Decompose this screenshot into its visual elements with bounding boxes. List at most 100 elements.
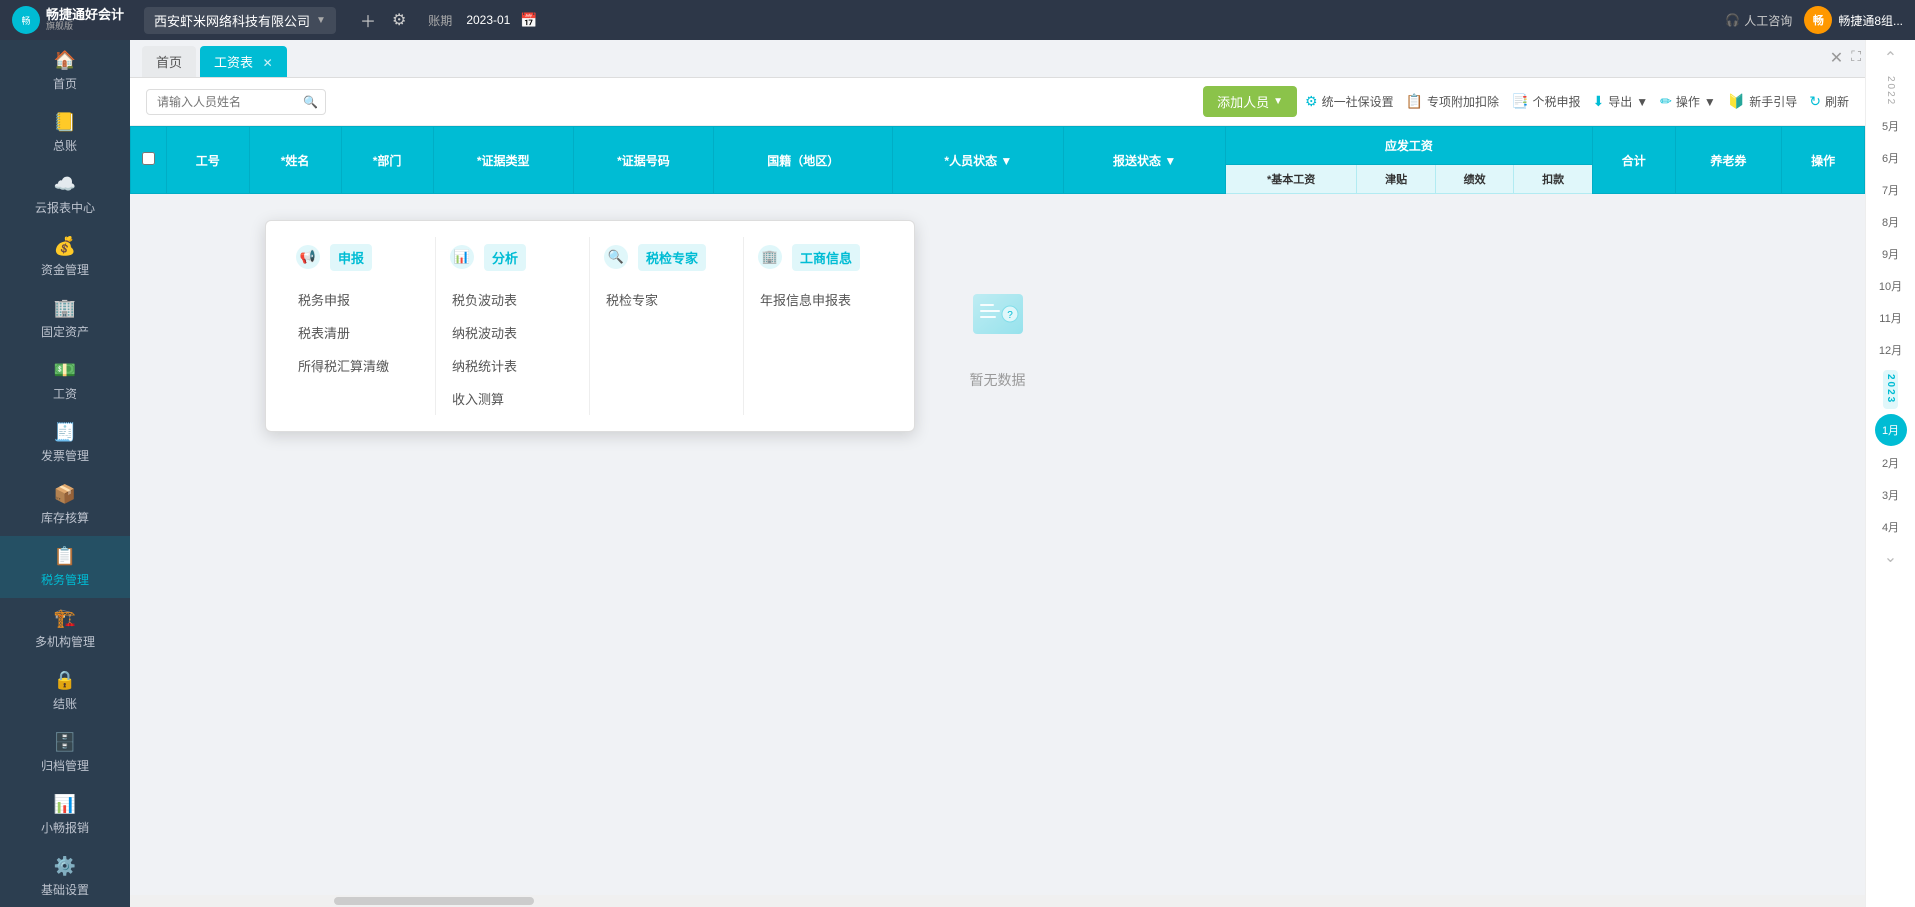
tab-close-icon[interactable]: ✕ — [263, 56, 273, 70]
logo-icon: 畅 — [12, 6, 40, 34]
svg-text:📢: 📢 — [300, 249, 316, 265]
content-close-icon[interactable]: ✕ — [1830, 48, 1843, 68]
sidebar-item-ledger[interactable]: 📒 总账 — [0, 102, 130, 164]
add-company-btn[interactable]: ＋ — [356, 6, 380, 34]
operation-btn[interactable]: ✏ 操作 ▼ — [1660, 93, 1716, 110]
period-value: 2023-01 — [466, 13, 510, 27]
user-avatar-area[interactable]: 畅 畅捷通8组... — [1804, 6, 1903, 34]
svg-text:畅: 畅 — [21, 15, 30, 26]
analysis-icon: 📊 — [448, 243, 476, 271]
month-9[interactable]: 9月 — [1873, 239, 1909, 269]
month-12[interactable]: 12月 — [1873, 335, 1909, 365]
select-all-checkbox[interactable] — [142, 152, 155, 165]
refresh-label: 刷新 — [1825, 93, 1849, 110]
company-selector[interactable]: 西安虾米网络科技有限公司 ▼ — [144, 7, 336, 34]
sidebar-item-close[interactable]: 🔒 结账 — [0, 660, 130, 722]
sidebar-item-salary[interactable]: 💵 工资 — [0, 350, 130, 412]
tax-fluctuation-item[interactable]: 纳税波动表 — [448, 316, 577, 349]
month-1-2023[interactable]: 1月 — [1875, 414, 1907, 446]
th-action: 操作 — [1782, 127, 1865, 194]
svg-text:🔍: 🔍 — [608, 248, 624, 264]
logo-text-area: 畅捷通好会计 旗舰版 — [46, 8, 124, 32]
th-status: *人员状态 ▼ — [893, 127, 1064, 194]
analysis-title: 分析 — [484, 244, 526, 271]
sidebar-item-archive[interactable]: 🗄️ 归档管理 — [0, 722, 130, 784]
tax-stats-item[interactable]: 纳税统计表 — [448, 349, 577, 382]
invoice-icon: 🧾 — [54, 422, 76, 443]
th-payroll-group: 应发工资 — [1225, 127, 1592, 165]
sidebar-item-assets[interactable]: 🏢 固定资产 — [0, 288, 130, 350]
sidebar-item-home[interactable]: 🏠 首页 — [0, 40, 130, 102]
month-11[interactable]: 11月 — [1873, 303, 1909, 333]
sidebar-label-close: 结账 — [53, 695, 77, 712]
tab-home[interactable]: 首页 — [142, 46, 196, 77]
month-2-2023[interactable]: 2月 — [1873, 448, 1909, 478]
tax-declaration-item[interactable]: 税务申报 — [294, 283, 423, 316]
add-employee-label: 添加人员 — [1217, 92, 1269, 111]
sidebar-label-fund: 资金管理 — [41, 261, 89, 278]
svg-text:?: ? — [1007, 310, 1013, 321]
month-8[interactable]: 8月 — [1873, 207, 1909, 237]
month-6[interactable]: 6月 — [1873, 143, 1909, 173]
sidebar-item-inventory[interactable]: 📦 库存核算 — [0, 474, 130, 536]
tax-icon: 📋 — [54, 546, 76, 567]
calendar-icon[interactable]: 📅 — [520, 12, 537, 29]
search-icon: 🔍 — [303, 95, 318, 109]
content-expand-icon[interactable]: ⛶ — [1851, 48, 1861, 68]
annual-report-item[interactable]: 年报信息申报表 — [756, 283, 886, 316]
sidebar-item-tax[interactable]: 📋 税务管理 — [0, 536, 130, 598]
income-calc-item[interactable]: 收入测算 — [448, 382, 577, 415]
bottom-scrollbar[interactable] — [130, 895, 1865, 907]
scroll-thumb[interactable] — [334, 897, 534, 905]
sidebar-item-settings[interactable]: ⚙️ 基础设置 — [0, 846, 130, 907]
th-report-status: 报送状态 ▼ — [1064, 127, 1226, 194]
tax-burden-item[interactable]: 税负波动表 — [448, 283, 577, 316]
main-layout: 🏠 首页 📒 总账 ☁️ 云报表中心 💰 资金管理 🏢 固定资产 💵 工资 🧾 … — [0, 40, 1915, 907]
panel-up-arrow[interactable]: ⌃ — [1880, 44, 1901, 72]
salary-icon: 💵 — [54, 360, 76, 381]
th-checkbox[interactable] — [131, 127, 167, 194]
social-insurance-btn[interactable]: ⚙ 统一社保设置 — [1305, 93, 1394, 110]
settings-icon[interactable]: ⚙ — [388, 8, 410, 32]
sidebar-item-fund[interactable]: 💰 资金管理 — [0, 226, 130, 288]
search-input[interactable] — [157, 95, 297, 109]
sidebar-label-salary: 工资 — [53, 385, 77, 402]
personal-tax-label: 个税申报 — [1533, 93, 1581, 110]
income-tax-item[interactable]: 所得税汇算清缴 — [294, 349, 423, 382]
sidebar-label-ledger: 总账 — [53, 137, 77, 154]
new-guide-btn[interactable]: 🔰 新手引导 — [1728, 93, 1797, 110]
sidebar-item-multiorg[interactable]: 🏗️ 多机构管理 — [0, 598, 130, 660]
tab-salary[interactable]: 工资表 ✕ — [200, 46, 287, 77]
personal-tax-btn[interactable]: 📑 个税申报 — [1511, 93, 1580, 110]
month-7[interactable]: 7月 — [1873, 175, 1909, 205]
tax-expert-header: 🔍 税检专家 — [602, 237, 731, 283]
new-guide-label: 新手引导 — [1749, 93, 1797, 110]
refresh-btn[interactable]: ↻ 刷新 — [1809, 93, 1849, 110]
tax-expert-item[interactable]: 税检专家 — [602, 283, 731, 316]
ledger-icon: 📒 — [54, 112, 76, 133]
sidebar-item-xiaochang[interactable]: 📊 小畅报销 — [0, 784, 130, 846]
tax-expert-icon: 🔍 — [602, 243, 630, 271]
export-label: 导出 — [1608, 93, 1632, 110]
tax-expert-title: 税检专家 — [638, 244, 706, 271]
special-deduction-btn[interactable]: 📋 专项附加扣除 — [1406, 93, 1499, 110]
tax-form-item[interactable]: 税表清册 — [294, 316, 423, 349]
month-3-2023[interactable]: 3月 — [1873, 480, 1909, 510]
service-btn[interactable]: 🎧 人工咨询 — [1725, 12, 1792, 29]
add-employee-btn[interactable]: 添加人员 ▼ — [1203, 86, 1297, 117]
tab-bar: 首页 工资表 ✕ — [130, 40, 1865, 78]
sidebar-label-multiorg: 多机构管理 — [35, 633, 95, 650]
sidebar-label-assets: 固定资产 — [41, 323, 89, 340]
business-info-title: 工商信息 — [792, 244, 860, 271]
panel-down-arrow[interactable]: ⌄ — [1880, 543, 1901, 571]
month-10[interactable]: 10月 — [1873, 271, 1909, 301]
period-label: 账期 — [428, 12, 452, 29]
month-4-2023[interactable]: 4月 — [1873, 512, 1909, 542]
month-5[interactable]: 5月 — [1873, 111, 1909, 141]
sidebar-label-archive: 归档管理 — [41, 757, 89, 774]
export-btn[interactable]: ⬇ 导出 ▼ — [1593, 93, 1649, 110]
sidebar-item-invoice[interactable]: 🧾 发票管理 — [0, 412, 130, 474]
toolbar-actions: ⚙ 统一社保设置 📋 专项附加扣除 📑 个税申报 ⬇ 导出 ▼ ✏ — [1305, 93, 1849, 110]
headset-icon: 🎧 — [1725, 13, 1740, 27]
sidebar-item-cloud[interactable]: ☁️ 云报表中心 — [0, 164, 130, 226]
